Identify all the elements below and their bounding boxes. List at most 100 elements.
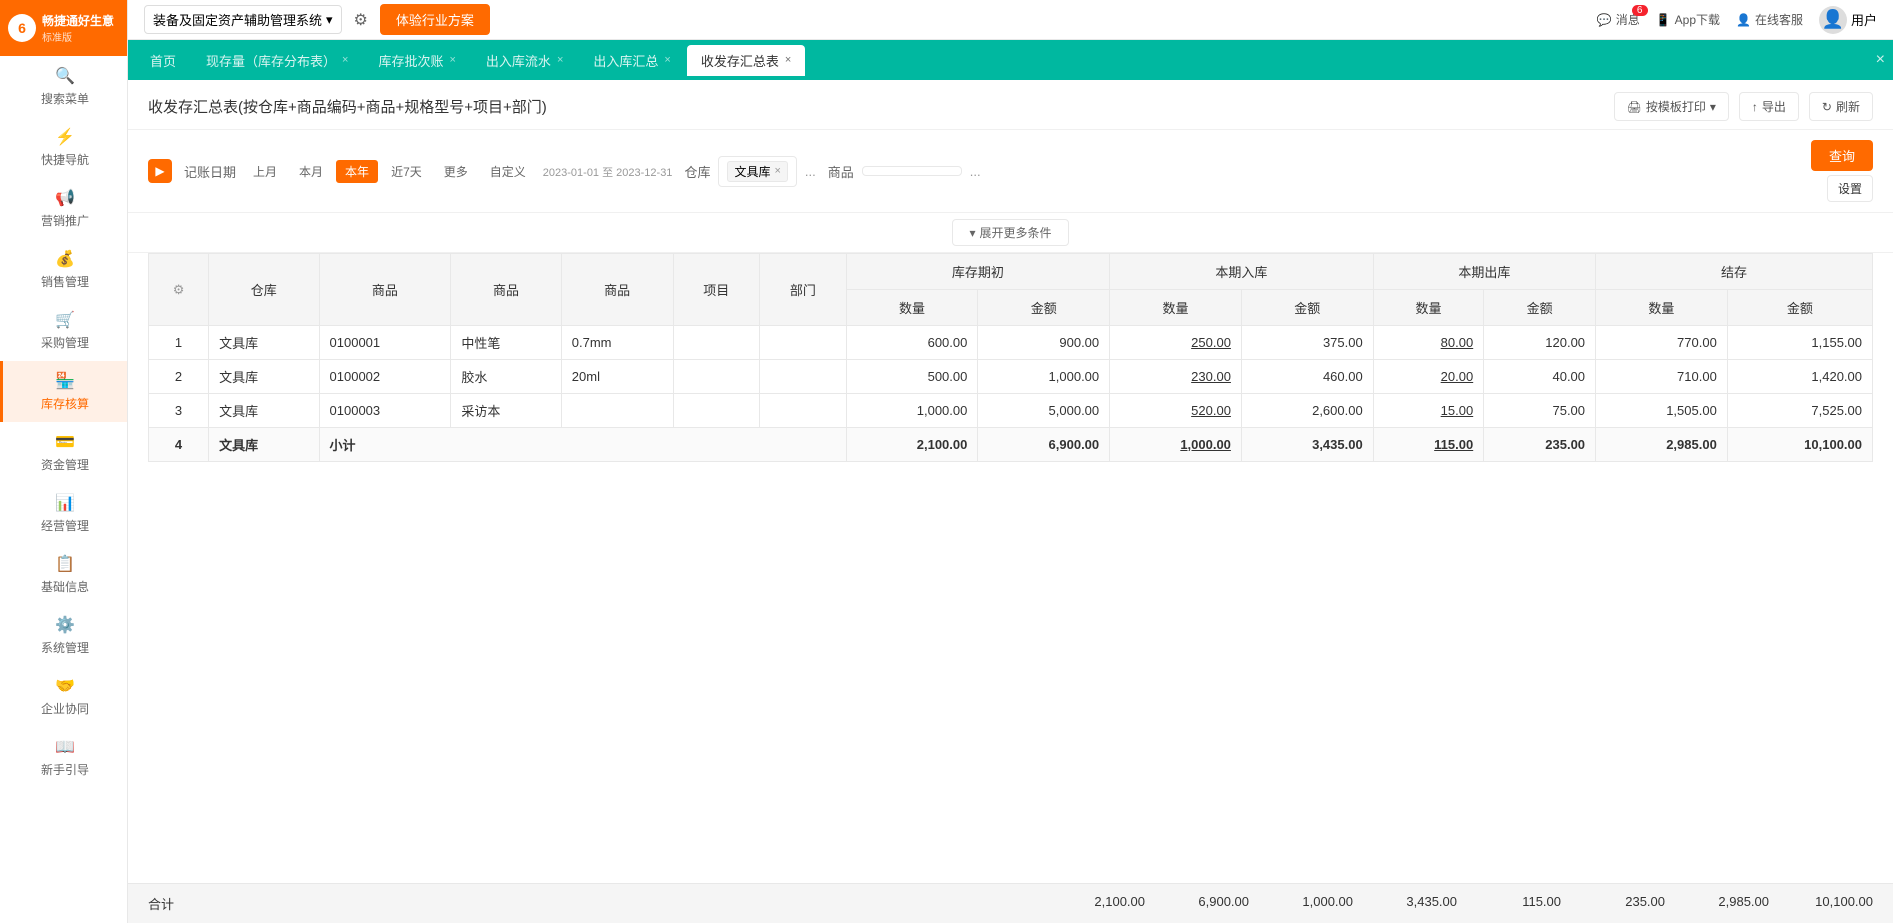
cell-sub-no: 4: [149, 428, 209, 462]
sidebar-item-basic[interactable]: 📋 基础信息: [0, 544, 127, 605]
table-row: 1 文具库 0100001 中性笔 0.7mm 600.00 900.00 25…: [149, 326, 1873, 360]
filter-toggle-btn[interactable]: ▶: [148, 159, 172, 183]
sidebar-item-sales[interactable]: 💰 销售管理: [0, 239, 127, 300]
th-out-amt: 金额: [1484, 290, 1596, 326]
table-row: 3 文具库 0100003 采访本 1,000.00 5,000.00 520.…: [149, 394, 1873, 428]
tab-inout_summary[interactable]: 出入库汇总×: [579, 45, 684, 76]
tab-label-receive_summary: 收发存汇总表: [701, 51, 779, 70]
export-btn[interactable]: ↑ 导出: [1739, 92, 1799, 121]
cell-name: 采访本: [451, 394, 561, 428]
sidebar-item-finance[interactable]: 💳 资金管理: [0, 422, 127, 483]
column-settings-icon[interactable]: ⚙: [173, 282, 185, 297]
app-download-action[interactable]: 📱 App下载: [1656, 11, 1720, 28]
cell-balance-amt: 1,155.00: [1727, 326, 1872, 360]
message-action[interactable]: 💬 消息 6: [1597, 11, 1640, 28]
sidebar-item-enterprise[interactable]: 🤝 企业协同: [0, 666, 127, 727]
cell-sub-warehouse: 文具库: [209, 428, 319, 462]
main-area: 装备及固定资产辅助管理系统 ▾ ⚙ 体验行业方案 💬 消息 6 📱 App下载 …: [128, 0, 1893, 923]
phone-icon: 📱: [1656, 13, 1671, 27]
cell-sub-in-qty[interactable]: 1,000.00: [1110, 428, 1242, 462]
date-btn-更多[interactable]: 更多: [435, 160, 477, 183]
chevron-down-icon: ▾: [326, 12, 333, 28]
expand-row: ▾ 展开更多条件: [128, 213, 1893, 253]
sidebar-item-inventory[interactable]: 🏪 库存核算: [0, 361, 127, 422]
total-in-qty: 1,000.00: [1273, 894, 1353, 913]
cell-out-qty[interactable]: 80.00: [1373, 326, 1484, 360]
th-in-amt: 金额: [1241, 290, 1373, 326]
query-button[interactable]: 查询: [1811, 140, 1873, 171]
date-filter-label: 记账日期: [184, 162, 236, 181]
date-btn-上月[interactable]: 上月: [244, 160, 286, 183]
warehouse-tag-close[interactable]: ×: [774, 165, 780, 177]
filter-bar: ▶ 记账日期 上月本月本年近7天更多自定义 2023-01-01 至 2023-…: [128, 130, 1893, 213]
cell-balance-amt: 1,420.00: [1727, 360, 1872, 394]
cell-opening-amt: 5,000.00: [978, 394, 1110, 428]
expand-more-btn[interactable]: ▾ 展开更多条件: [952, 219, 1068, 246]
tab-inout_flow[interactable]: 出入库流水×: [472, 45, 577, 76]
warehouse-select[interactable]: 文具库 ×: [718, 156, 796, 187]
date-btn-本年[interactable]: 本年: [336, 160, 378, 183]
sidebar: 6 畅捷通好生意 标准版 🔍 搜索菜单 ⚡ 快捷导航 📢 营销推广 💰 销售管理…: [0, 0, 128, 923]
sidebar-item-operation[interactable]: 📊 经营管理: [0, 483, 127, 544]
cell-sub-out-qty[interactable]: 115.00: [1373, 428, 1484, 462]
th-opening-amt: 金额: [978, 290, 1110, 326]
sidebar-item-purchase[interactable]: 🛒 采购管理: [0, 300, 127, 361]
cell-in-qty[interactable]: 230.00: [1110, 360, 1242, 394]
tab-close-inout_summary[interactable]: ×: [664, 54, 670, 66]
sidebar-item-system[interactable]: ⚙️ 系统管理: [0, 605, 127, 666]
date-btn-本月[interactable]: 本月: [290, 160, 332, 183]
total-opening-qty: 2,100.00: [1065, 894, 1145, 913]
sidebar-item-guide[interactable]: 📖 新手引导: [0, 727, 127, 788]
tab-home[interactable]: 首页: [136, 45, 190, 76]
date-btn-近7天[interactable]: 近7天: [382, 160, 431, 183]
warehouse-filter-group: 仓库 文具库 × ...: [684, 156, 815, 187]
chevron-down-icon: ▾: [969, 226, 975, 240]
date-btn-自定义[interactable]: 自定义: [481, 160, 535, 183]
user-menu[interactable]: 👤 用户: [1819, 6, 1877, 34]
cell-in-qty[interactable]: 250.00: [1110, 326, 1242, 360]
tab-close-inout_flow[interactable]: ×: [557, 54, 563, 66]
cell-sub-in-amt: 3,435.00: [1241, 428, 1373, 462]
message-badge: 6: [1632, 5, 1648, 16]
operation-icon: 📊: [55, 493, 75, 513]
refresh-btn[interactable]: ↻ 刷新: [1809, 92, 1873, 121]
sidebar-item-marketing[interactable]: 📢 营销推广: [0, 178, 127, 239]
try-button[interactable]: 体验行业方案: [380, 4, 490, 35]
tab-inventory_distribution[interactable]: 现存量（库存分布表）×: [192, 45, 362, 76]
date-range-display: 2023-01-01 至 2023-12-31: [543, 164, 673, 180]
close-all-tabs-btn[interactable]: ×: [1876, 51, 1885, 69]
tab-close-receive_summary[interactable]: ×: [785, 54, 791, 66]
tab-close-inventory_distribution[interactable]: ×: [342, 54, 348, 66]
cell-opening-amt: 900.00: [978, 326, 1110, 360]
cell-out-qty[interactable]: 15.00: [1373, 394, 1484, 428]
product-select[interactable]: [862, 166, 962, 176]
cell-sub-opening-amt: 6,900.00: [978, 428, 1110, 462]
search-icon: 🔍: [55, 66, 75, 86]
system-select[interactable]: 装备及固定资产辅助管理系统 ▾: [144, 5, 342, 34]
th-code: 商品: [319, 254, 451, 326]
sidebar-item-quick-nav[interactable]: ⚡ 快捷导航: [0, 117, 127, 178]
setting-button[interactable]: 设置: [1827, 175, 1873, 202]
bottom-bar: 合计 2,100.00 6,900.00 1,000.00 3,435.00 1…: [128, 883, 1893, 923]
cell-sub-balance-amt: 10,100.00: [1727, 428, 1872, 462]
product-more[interactable]: ...: [970, 164, 981, 179]
tab-close-batch[interactable]: ×: [449, 54, 455, 66]
warehouse-more[interactable]: ...: [805, 164, 816, 179]
cell-sub-opening-qty: 2,100.00: [846, 428, 978, 462]
gear-icon[interactable]: ⚙: [354, 10, 368, 30]
tab-batch[interactable]: 库存批次账×: [364, 45, 469, 76]
cell-sub-balance-qty: 2,985.00: [1596, 428, 1728, 462]
cell-in-qty[interactable]: 520.00: [1110, 394, 1242, 428]
cell-out-qty[interactable]: 20.00: [1373, 360, 1484, 394]
online-service-action[interactable]: 👤 在线客服: [1736, 11, 1803, 28]
print-btn[interactable]: 🖨 按模板打印 ▾: [1614, 92, 1729, 121]
total-out-qty: 115.00: [1481, 894, 1561, 913]
cell-balance-qty: 710.00: [1596, 360, 1728, 394]
cell-name: 中性笔: [451, 326, 561, 360]
cell-opening-qty: 500.00: [846, 360, 978, 394]
cell-warehouse: 文具库: [209, 360, 319, 394]
tab-receive_summary[interactable]: 收发存汇总表 ×: [687, 45, 805, 76]
cell-spec: 20ml: [561, 360, 673, 394]
sidebar-item-search[interactable]: 🔍 搜索菜单: [0, 56, 127, 117]
cell-code: 0100002: [319, 360, 451, 394]
